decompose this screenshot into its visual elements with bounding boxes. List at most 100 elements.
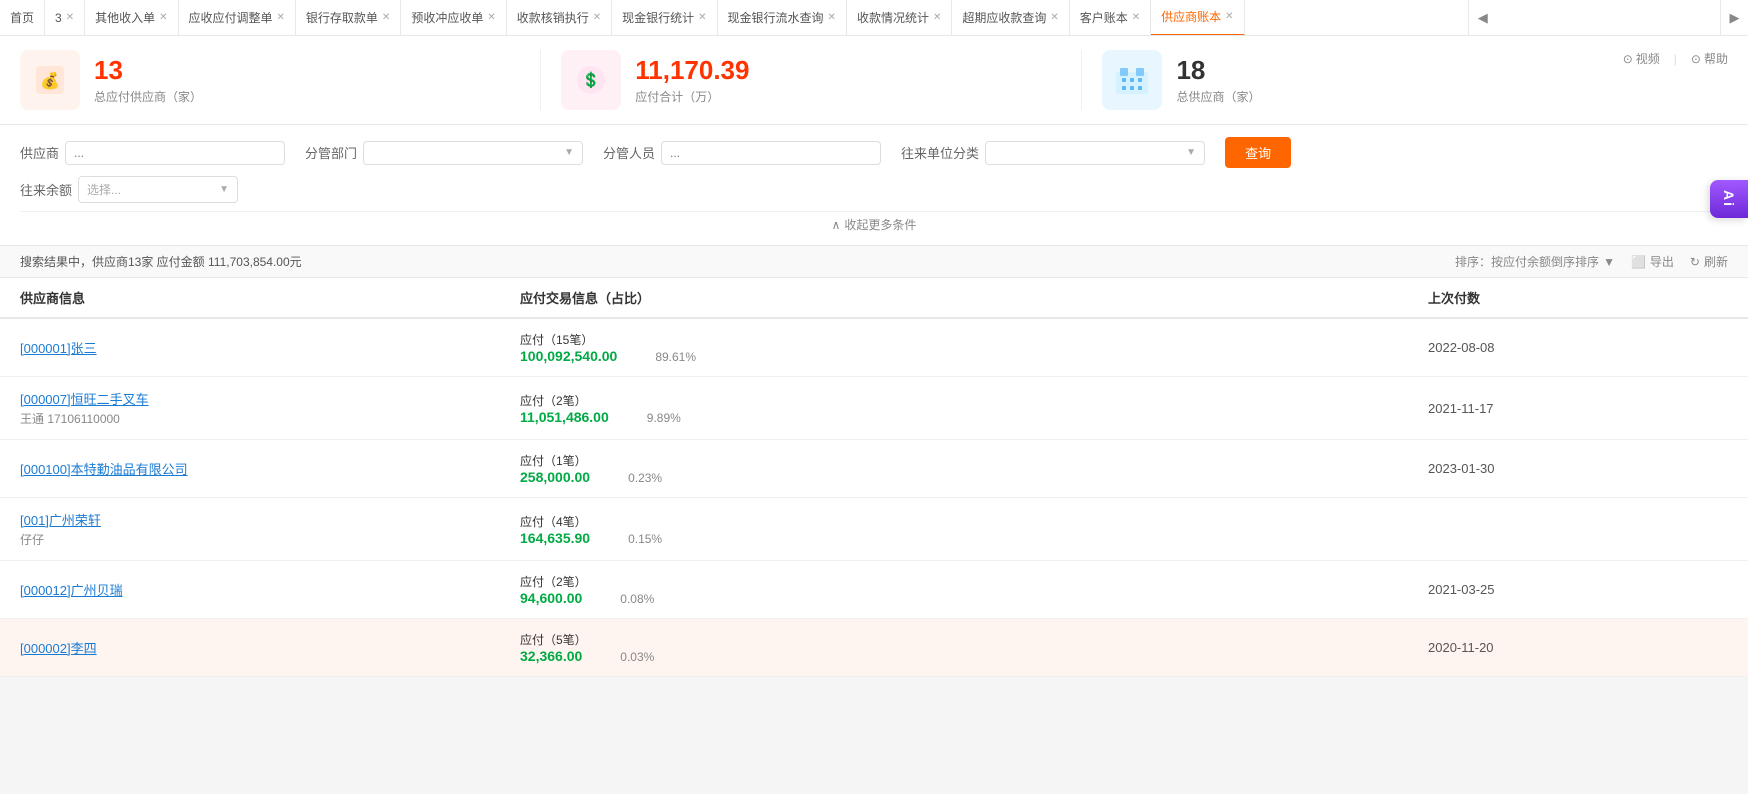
category-label: 往来单位分类 [901, 143, 979, 162]
tx-pct-2: 0.23% [628, 471, 662, 485]
nav-tab-cash-flow-label: 现金银行流水查询 [728, 9, 824, 26]
payable-suppliers-label: 总应付供应商（家） [94, 88, 202, 105]
balance-select[interactable]: 选择... ▼ [78, 176, 238, 203]
supplier-info-2: [000100]本特勤油品有限公司 [20, 459, 520, 478]
close-icon[interactable]: ✕ [1132, 12, 1140, 23]
nav-tab-supplier-book-label: 供应商账本 [1161, 8, 1221, 25]
table-row: [000001]张三 应付（15笔） 100,092,540.00 89.61%… [0, 319, 1748, 377]
result-actions: 排序：按应付余额倒序排序 ▼ ⬜ 导出 ↻ 刷新 [1455, 253, 1728, 270]
close-icon[interactable]: ✕ [159, 12, 167, 23]
sort-label: 排序：按应付余额倒序排序 ▼ [1455, 253, 1615, 270]
close-icon[interactable]: ✕ [382, 12, 390, 23]
nav-tab-collect-stat[interactable]: 收款情况统计 ✕ [847, 0, 952, 36]
nav-tab-home[interactable]: 首页 [0, 0, 45, 36]
supplier-link-2[interactable]: [000100]本特勤油品有限公司 [20, 459, 520, 478]
help-link[interactable]: ⊙ 帮助 [1691, 50, 1728, 67]
supplier-info-3: [001]广州荣轩 仔仔 [20, 510, 520, 548]
close-icon[interactable]: ✕ [1225, 11, 1233, 22]
tx-label-1: 应付（2笔） [520, 392, 1428, 409]
tx-label-5: 应付（5笔） [520, 631, 1428, 648]
stat-total-suppliers: 18 总供应商（家） [1081, 50, 1622, 110]
nav-tab-home-label: 首页 [10, 9, 34, 26]
balance-label: 往来余额 [20, 180, 72, 199]
total-suppliers-label: 总供应商（家） [1176, 88, 1260, 105]
category-select[interactable]: ▼ [985, 141, 1205, 165]
close-icon[interactable]: ✕ [698, 12, 706, 23]
last-pay-5: 2020-11-20 [1428, 640, 1728, 655]
tx-pct-4: 0.08% [620, 592, 654, 606]
col-transaction-header: 应付交易信息（占比） [520, 288, 1428, 307]
close-icon[interactable]: ✕ [593, 12, 601, 23]
col-last-pay-header: 上次付数 [1428, 288, 1728, 307]
supplier-link-5[interactable]: [000002]李四 [20, 638, 520, 657]
close-icon[interactable]: ✕ [933, 12, 941, 23]
nav-tab-advance[interactable]: 预收冲应收单 ✕ [401, 0, 506, 36]
nav-prev-arrow[interactable]: ◀ [1468, 0, 1496, 36]
nav-tab-collect[interactable]: 收款核销执行 ✕ [507, 0, 612, 36]
nav-tab-customer-book[interactable]: 客户账本 ✕ [1070, 0, 1151, 36]
refresh-icon: ↻ [1690, 255, 1700, 269]
sort-arrow-icon[interactable]: ▼ [1603, 255, 1615, 269]
tx-info-2: 应付（1笔） 258,000.00 0.23% [520, 452, 1428, 485]
supplier-label: 供应商 [20, 143, 59, 162]
supplier-link-0[interactable]: [000001]张三 [20, 338, 520, 357]
person-input[interactable] [661, 141, 881, 165]
nav-tab-3[interactable]: 3 ✕ [45, 0, 85, 36]
tx-amount-3: 164,635.90 [520, 530, 590, 546]
nav-tab-cash-flow[interactable]: 现金银行流水查询 ✕ [718, 0, 847, 36]
top-nav: 首页 3 ✕ 其他收入单 ✕ 应收应付调整单 ✕ 银行存取款单 ✕ 预收冲应收单… [0, 0, 1748, 36]
video-link[interactable]: ⊙ 视频 [1623, 50, 1660, 67]
nav-next-arrow[interactable]: ▶ [1720, 0, 1748, 36]
nav-tab-cash-bank-stat[interactable]: 现金银行统计 ✕ [612, 0, 717, 36]
dept-select[interactable]: ▼ [363, 141, 583, 165]
tx-amount-2: 258,000.00 [520, 469, 590, 485]
supplier-link-3[interactable]: [001]广州荣轩 [20, 510, 520, 529]
dept-label: 分管部门 [305, 143, 357, 162]
nav-tab-other-income[interactable]: 其他收入单 ✕ [85, 0, 178, 36]
supplier-link-1[interactable]: [000007]恒旺二手叉车 [20, 389, 520, 408]
tx-label-2: 应付（1笔） [520, 452, 1428, 469]
nav-tab-3-label: 3 [55, 11, 62, 25]
ai-fab-label: Ai [1721, 190, 1737, 208]
table-row: [000012]广州贝瑞 应付（2笔） 94,600.00 0.08% 2021… [0, 561, 1748, 619]
payable-suppliers-value: 13 [94, 55, 202, 86]
close-icon[interactable]: ✕ [1050, 12, 1058, 23]
query-button[interactable]: 查询 [1225, 137, 1291, 168]
result-bar: 搜索结果中，供应商13家 应付金额 111,703,854.00元 排序：按应付… [0, 246, 1748, 278]
dept-select-arrow-icon: ▼ [564, 147, 574, 158]
video-icon: ⊙ [1623, 52, 1633, 66]
category-select-arrow-icon: ▼ [1186, 147, 1196, 158]
close-icon[interactable]: ✕ [828, 12, 836, 23]
supplier-input[interactable] [65, 141, 285, 165]
tx-label-4: 应付（2笔） [520, 573, 1428, 590]
tx-pct-0: 89.61% [655, 350, 696, 364]
close-icon[interactable]: ✕ [66, 12, 74, 23]
stats-bar: 💰 13 总应付供应商（家） 💲 11,170.39 应付合计（万） [0, 36, 1748, 125]
supplier-info-5: [000002]李四 [20, 638, 520, 657]
payable-total-content: 11,170.39 应付合计（万） [635, 55, 749, 105]
tx-amount-5: 32,366.00 [520, 648, 582, 664]
nav-tab-bank[interactable]: 银行存取款单 ✕ [296, 0, 401, 36]
nav-tab-collect-stat-label: 收款情况统计 [857, 9, 929, 26]
nav-tab-customer-book-label: 客户账本 [1080, 9, 1128, 26]
supplier-info-1: [000007]恒旺二手叉车 王通 17106110000 [20, 389, 520, 427]
nav-tab-supplier-book[interactable]: 供应商账本 ✕ [1151, 0, 1244, 36]
supplier-sub-3: 仔仔 [20, 531, 520, 548]
tx-info-5: 应付（5笔） 32,366.00 0.03% [520, 631, 1428, 664]
table-row: [000007]恒旺二手叉车 王通 17106110000 应付（2笔） 11,… [0, 377, 1748, 440]
stat-payable-suppliers: 💰 13 总应付供应商（家） [20, 50, 540, 110]
export-button[interactable]: ⬜ 导出 [1631, 253, 1674, 270]
nav-tab-overdue[interactable]: 超期应收款查询 ✕ [952, 0, 1069, 36]
tx-pct-5: 0.03% [620, 650, 654, 664]
close-icon[interactable]: ✕ [277, 12, 285, 23]
collapse-button[interactable]: ∧ 收起更多条件 [20, 211, 1728, 237]
nav-tab-collect-label: 收款核销执行 [517, 9, 589, 26]
refresh-button[interactable]: ↻ 刷新 [1690, 253, 1728, 270]
table-header: 供应商信息 应付交易信息（占比） 上次付数 [0, 278, 1748, 319]
supplier-field: 供应商 [20, 141, 285, 165]
close-icon[interactable]: ✕ [487, 12, 495, 23]
supplier-link-4[interactable]: [000012]广州贝瑞 [20, 580, 520, 599]
nav-tab-other-income-label: 其他收入单 [95, 9, 155, 26]
ai-assistant-fab[interactable]: Ai [1710, 180, 1748, 218]
nav-tab-adjustment[interactable]: 应收应付调整单 ✕ [179, 0, 296, 36]
